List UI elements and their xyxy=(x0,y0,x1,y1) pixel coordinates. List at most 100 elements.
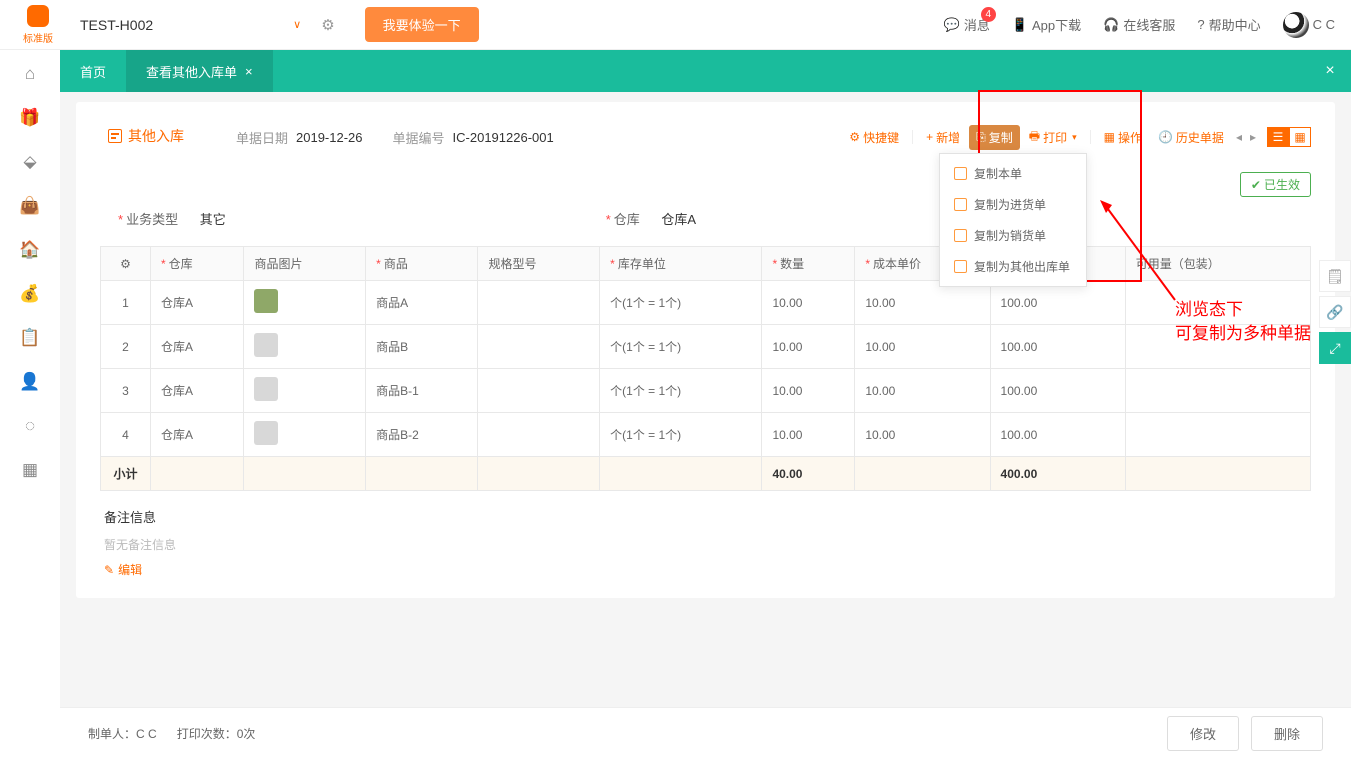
online-service-link[interactable]: 🎧 在线客服 xyxy=(1103,15,1175,34)
status-text: 已生效 xyxy=(1264,176,1300,193)
module-tab[interactable]: 其他入库 xyxy=(86,116,206,158)
copy-other-out-item[interactable]: 复制为其他出库单 xyxy=(940,251,1086,282)
delete-button[interactable]: 删除 xyxy=(1251,716,1323,751)
table-row[interactable]: 4仓库A商品B-2个(1个 = 1个)10.0010.00100.00 xyxy=(101,413,1311,457)
logo-icon xyxy=(27,5,49,27)
tab-current[interactable]: 查看其他入库单 × xyxy=(126,50,273,92)
company-selector[interactable]: TEST-H002 ∨ xyxy=(80,17,301,33)
copy-icon: ⎘ xyxy=(976,130,986,145)
creator-info: 制单人：C C xyxy=(88,725,157,742)
dock-expand-button[interactable]: ⤢ xyxy=(1319,332,1351,364)
copy-purchase-item[interactable]: 复制为进货单 xyxy=(940,189,1086,220)
col-qty: 数量 xyxy=(780,257,804,271)
print-icon: 🖶 xyxy=(1029,127,1040,148)
help-center-link[interactable]: ? 帮助中心 xyxy=(1197,15,1260,34)
logo-text: 标准版 xyxy=(16,30,60,45)
col-product-img: 商品图片 xyxy=(244,247,366,281)
shortcut-button[interactable]: ⚙快捷键 xyxy=(842,125,906,150)
print-button[interactable]: 🖶打印▾ xyxy=(1022,123,1084,152)
form-row: *业务类型 其它 *仓库 仓库A xyxy=(76,201,1335,246)
right-dock: 🗒 🔗 ⤢ xyxy=(1319,260,1351,368)
doc-date-label: 单据日期 xyxy=(236,128,288,147)
trial-button[interactable]: 我要体验一下 xyxy=(365,7,479,42)
home-icon[interactable]: ⌂ xyxy=(20,64,40,84)
main-card: 其他入库 单据日期 2019-12-26 单据编号 IC-20191226-00… xyxy=(76,102,1335,598)
app-download-link[interactable]: 📱 App下载 xyxy=(1012,15,1081,34)
username: C C xyxy=(1313,17,1335,32)
list-view-button[interactable]: ☰ xyxy=(1267,127,1289,147)
doc-icon xyxy=(954,198,967,211)
doc-no: IC-20191226-001 xyxy=(453,130,554,145)
dock-link-button[interactable]: 🔗 xyxy=(1319,296,1351,328)
product-image-icon xyxy=(254,377,278,401)
table-row[interactable]: 1仓库A商品A个(1个 = 1个)10.0010.00100.00 xyxy=(101,281,1311,325)
history-button[interactable]: 🕘历史单据 xyxy=(1151,125,1231,150)
message-icon: 💬 xyxy=(944,17,960,33)
app-download-label: App下载 xyxy=(1032,15,1081,34)
tab-home-label: 首页 xyxy=(80,62,106,81)
headset-icon: 🎧 xyxy=(1103,17,1119,33)
sidebar: ⌂ 🎁 ⬙ 👜 🏠 💰 📋 👤 ◌ ▦ xyxy=(0,50,60,759)
content-area: 首页 查看其他入库单 × × 其他入库 单据日期 2019-12-26 xyxy=(60,50,1351,759)
money-icon[interactable]: 💰 xyxy=(20,284,40,304)
add-button[interactable]: +新增 xyxy=(919,125,967,150)
tab-home[interactable]: 首页 xyxy=(60,50,126,92)
doc-icon xyxy=(954,260,967,273)
table-row[interactable]: 3仓库A商品B-1个(1个 = 1个)10.0010.00100.00 xyxy=(101,369,1311,413)
modify-button[interactable]: 修改 xyxy=(1167,716,1239,751)
document-icon xyxy=(108,129,122,143)
help-center-label: 帮助中心 xyxy=(1209,15,1261,34)
gear-column[interactable]: ⚙ xyxy=(101,247,151,281)
product-image-icon xyxy=(254,421,278,445)
edit-remarks-button[interactable]: ✎ 编辑 xyxy=(104,561,1307,578)
status-badge: ✔ 已生效 xyxy=(1240,172,1311,197)
prev-button[interactable]: ◂ xyxy=(1233,126,1245,148)
messages-link[interactable]: 💬 消息 4 xyxy=(944,15,990,34)
safe-icon[interactable]: ⬙ xyxy=(20,152,40,172)
items-table: ⚙ *仓库 商品图片 *商品 规格型号 *库存单位 *数量 *成本单价 *成本金… xyxy=(100,246,1311,491)
edit-label: 编辑 xyxy=(118,561,142,578)
copy-sales-item[interactable]: 复制为销货单 xyxy=(940,220,1086,251)
new-icon[interactable]: ▦ xyxy=(20,460,40,480)
person-icon[interactable]: 👤 xyxy=(20,372,40,392)
view-toggle: ☰ ▦ xyxy=(1267,127,1311,147)
print-count-info: 打印次数：0次 xyxy=(177,725,256,742)
table-row[interactable]: 2仓库A商品B个(1个 = 1个)10.0010.00100.00 xyxy=(101,325,1311,369)
copy-current-item[interactable]: 复制本单 xyxy=(940,158,1086,189)
gear-small-icon: ⚙ xyxy=(849,130,860,144)
plus-icon: + xyxy=(926,130,933,144)
top-bar: 标准版 TEST-H002 ∨ ⚙ 我要体验一下 💬 消息 4 📱 App下载 … xyxy=(0,0,1351,50)
col-warehouse: 仓库 xyxy=(169,257,193,271)
next-button[interactable]: ▸ xyxy=(1247,126,1259,148)
tab-bar: 首页 查看其他入库单 × × xyxy=(60,50,1351,92)
card-view-button[interactable]: ▦ xyxy=(1289,127,1311,147)
top-right-menu: 💬 消息 4 📱 App下载 🎧 在线客服 ? 帮助中心 C C xyxy=(944,12,1335,38)
help-icon: ? xyxy=(1197,17,1204,32)
refresh-icon[interactable]: ◌ xyxy=(20,416,40,436)
tab-current-label: 查看其他入库单 xyxy=(146,62,237,81)
product-image-icon xyxy=(254,289,278,313)
close-icon[interactable]: × xyxy=(245,64,253,79)
dock-note-button[interactable]: 🗒 xyxy=(1319,260,1351,292)
company-name: TEST-H002 xyxy=(80,17,153,33)
online-service-label: 在线客服 xyxy=(1123,15,1175,34)
actions-button[interactable]: ▦操作 xyxy=(1097,125,1149,150)
warehouse-label: 仓库 xyxy=(614,212,640,227)
doc-icon xyxy=(954,167,967,180)
logo: 标准版 xyxy=(16,5,60,45)
card-header: 其他入库 单据日期 2019-12-26 单据编号 IC-20191226-00… xyxy=(76,102,1335,164)
gear-icon[interactable]: ⚙ xyxy=(321,16,334,34)
copy-dropdown: 复制本单 复制为进货单 复制为销货单 复制为其他出库单 xyxy=(939,153,1087,287)
close-all-tabs-button[interactable]: × xyxy=(1309,50,1351,92)
phone-icon: 📱 xyxy=(1012,17,1028,33)
history-icon: 🕘 xyxy=(1158,130,1173,144)
gift-icon[interactable]: 🎁 xyxy=(20,108,40,128)
doc-icon xyxy=(954,229,967,242)
bag-icon[interactable]: 👜 xyxy=(20,196,40,216)
clipboard-icon[interactable]: 📋 xyxy=(20,328,40,348)
copy-button[interactable]: ⎘复制 xyxy=(969,125,1020,150)
house-icon[interactable]: 🏠 xyxy=(20,240,40,260)
remarks-empty: 暂无备注信息 xyxy=(104,536,1307,553)
module-name: 其他入库 xyxy=(128,126,184,146)
user-menu[interactable]: C C xyxy=(1283,12,1335,38)
